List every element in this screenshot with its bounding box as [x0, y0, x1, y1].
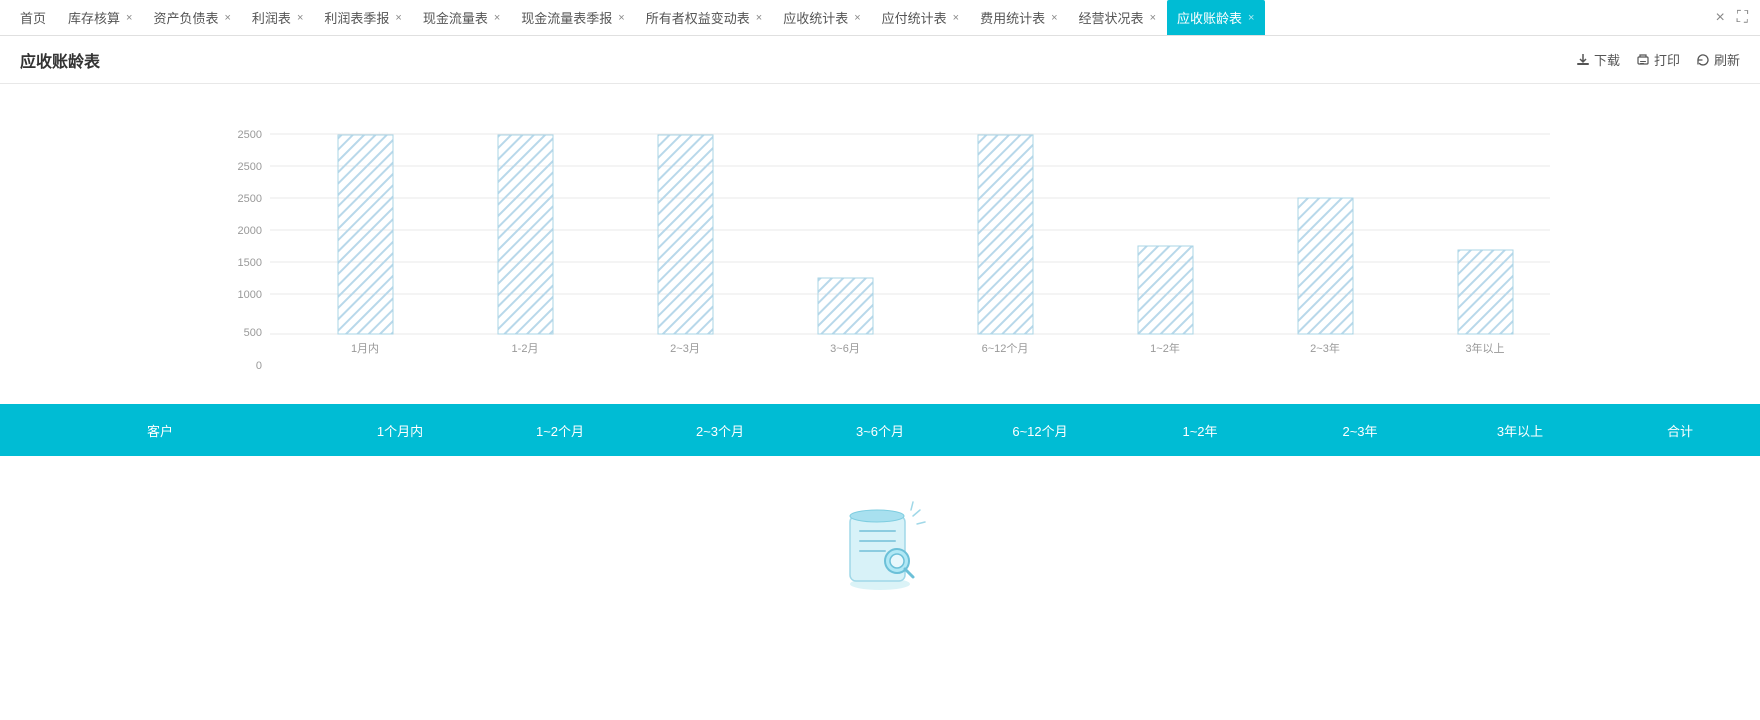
close-icon[interactable]: ×	[126, 12, 132, 24]
close-icon[interactable]: ×	[494, 12, 500, 24]
y-label-base: 500	[244, 327, 262, 339]
tab-profit-quarter[interactable]: 利润表季报 ×	[314, 0, 412, 36]
tab-balance[interactable]: 资产负债表 ×	[143, 0, 241, 36]
y-label-0: 1000	[238, 289, 262, 301]
tab-cashflow[interactable]: 现金流量表 ×	[413, 0, 511, 36]
xlabel-1: 1月内	[351, 341, 379, 355]
bar-6-12月	[978, 135, 1033, 334]
close-icon[interactable]: ×	[953, 12, 959, 24]
empty-illustration	[825, 496, 935, 596]
tab-expense-stat[interactable]: 费用统计表 ×	[970, 0, 1068, 36]
tab-inventory[interactable]: 库存核算 ×	[58, 0, 143, 36]
col-total: 合计	[1600, 421, 1760, 440]
tab-home[interactable]: 首页	[8, 0, 58, 36]
tab-bar: 首页 库存核算 × 资产负债表 × 利润表 × 利润表季报 × 现金流量表 × …	[0, 0, 1760, 36]
y-label-2500: 2500	[238, 129, 262, 141]
refresh-button[interactable]: 刷新	[1696, 50, 1740, 69]
xlabel-5: 6~12个月	[982, 342, 1029, 355]
col-1-2year: 1~2年	[1120, 421, 1280, 440]
tab-operation[interactable]: 经营状况表 ×	[1069, 0, 1167, 36]
chart-area: 2500 2500 2500 2000 1500 1000 500 0 1月内 …	[0, 84, 1760, 404]
bar-chart: 2500 2500 2500 2000 1500 1000 500 0 1月内 …	[40, 104, 1720, 384]
tab-cashflow-quarter[interactable]: 现金流量表季报 ×	[511, 0, 635, 36]
col-6-12month: 6~12个月	[960, 421, 1120, 440]
bar-3-6月	[818, 278, 873, 334]
close-icon[interactable]: ×	[1051, 12, 1057, 24]
bar-2-3月	[658, 135, 713, 334]
y-label-zero: 0	[256, 360, 262, 372]
main-content: 2500 2500 2500 2000 1500 1000 500 0 1月内 …	[0, 84, 1760, 720]
print-button[interactable]: 打印	[1636, 50, 1680, 69]
download-icon	[1576, 53, 1590, 67]
bar-1月内	[338, 135, 393, 334]
close-icon[interactable]: ×	[756, 12, 762, 24]
bar-3年以上	[1458, 250, 1513, 334]
xlabel-7: 2~3年	[1310, 341, 1340, 355]
empty-state	[0, 456, 1760, 720]
col-3-6month: 3~6个月	[800, 421, 960, 440]
close-icon[interactable]: ×	[1248, 12, 1254, 24]
close-icon[interactable]: ×	[395, 12, 401, 24]
bar-1-2年	[1138, 246, 1193, 334]
xlabel-8: 3年以上	[1465, 341, 1504, 355]
col-2-3year: 2~3年	[1280, 421, 1440, 440]
col-2-3month: 2~3个月	[640, 421, 800, 440]
y-label-2000: 2500	[238, 161, 262, 173]
close-icon[interactable]: ×	[297, 12, 303, 24]
xlabel-6: 1~2年	[1150, 341, 1180, 355]
bar-2-3年	[1298, 198, 1353, 334]
page-header: 应收账龄表 下载 打印 刷新	[0, 36, 1760, 84]
print-icon	[1636, 53, 1650, 67]
close-window-icon[interactable]: ×	[1711, 9, 1728, 27]
tab-ar-stat[interactable]: 应收统计表 ×	[773, 0, 871, 36]
tab-ar-aging[interactable]: 应收账龄表 ×	[1167, 0, 1265, 36]
page-title: 应收账龄表	[20, 48, 100, 72]
maximize-window-icon[interactable]: ⛶	[1733, 9, 1752, 27]
close-icon[interactable]: ×	[224, 12, 230, 24]
window-controls: × ⛶	[1711, 9, 1752, 27]
close-icon[interactable]: ×	[854, 12, 860, 24]
col-customer: 客户	[0, 421, 320, 440]
close-icon[interactable]: ×	[1150, 12, 1156, 24]
header-actions: 下载 打印 刷新	[1576, 50, 1740, 69]
table-header: 客户 1个月内 1~2个月 2~3个月 3~6个月 6~12个月 1~2年 2~…	[0, 404, 1760, 456]
y-label-1500: 2500	[238, 193, 262, 205]
bar-1-2月	[498, 135, 553, 334]
col-3year-plus: 3年以上	[1440, 421, 1600, 440]
close-icon[interactable]: ×	[618, 12, 624, 24]
tab-profit[interactable]: 利润表 ×	[242, 0, 314, 36]
xlabel-4: 3~6月	[830, 343, 860, 355]
col-1month: 1个月内	[320, 421, 480, 440]
refresh-icon	[1696, 53, 1710, 67]
chart-container: 2500 2500 2500 2000 1500 1000 500 0 1月内 …	[40, 104, 1720, 384]
y-label-1000: 2000	[238, 225, 262, 237]
xlabel-3: 2~3月	[670, 343, 700, 355]
download-button[interactable]: 下载	[1576, 50, 1620, 69]
y-label-500: 1500	[238, 257, 262, 269]
tab-ap-stat[interactable]: 应付统计表 ×	[872, 0, 970, 36]
col-1-2month: 1~2个月	[480, 421, 640, 440]
xlabel-2: 1-2月	[512, 343, 539, 355]
tab-equity[interactable]: 所有者权益变动表 ×	[636, 0, 773, 36]
